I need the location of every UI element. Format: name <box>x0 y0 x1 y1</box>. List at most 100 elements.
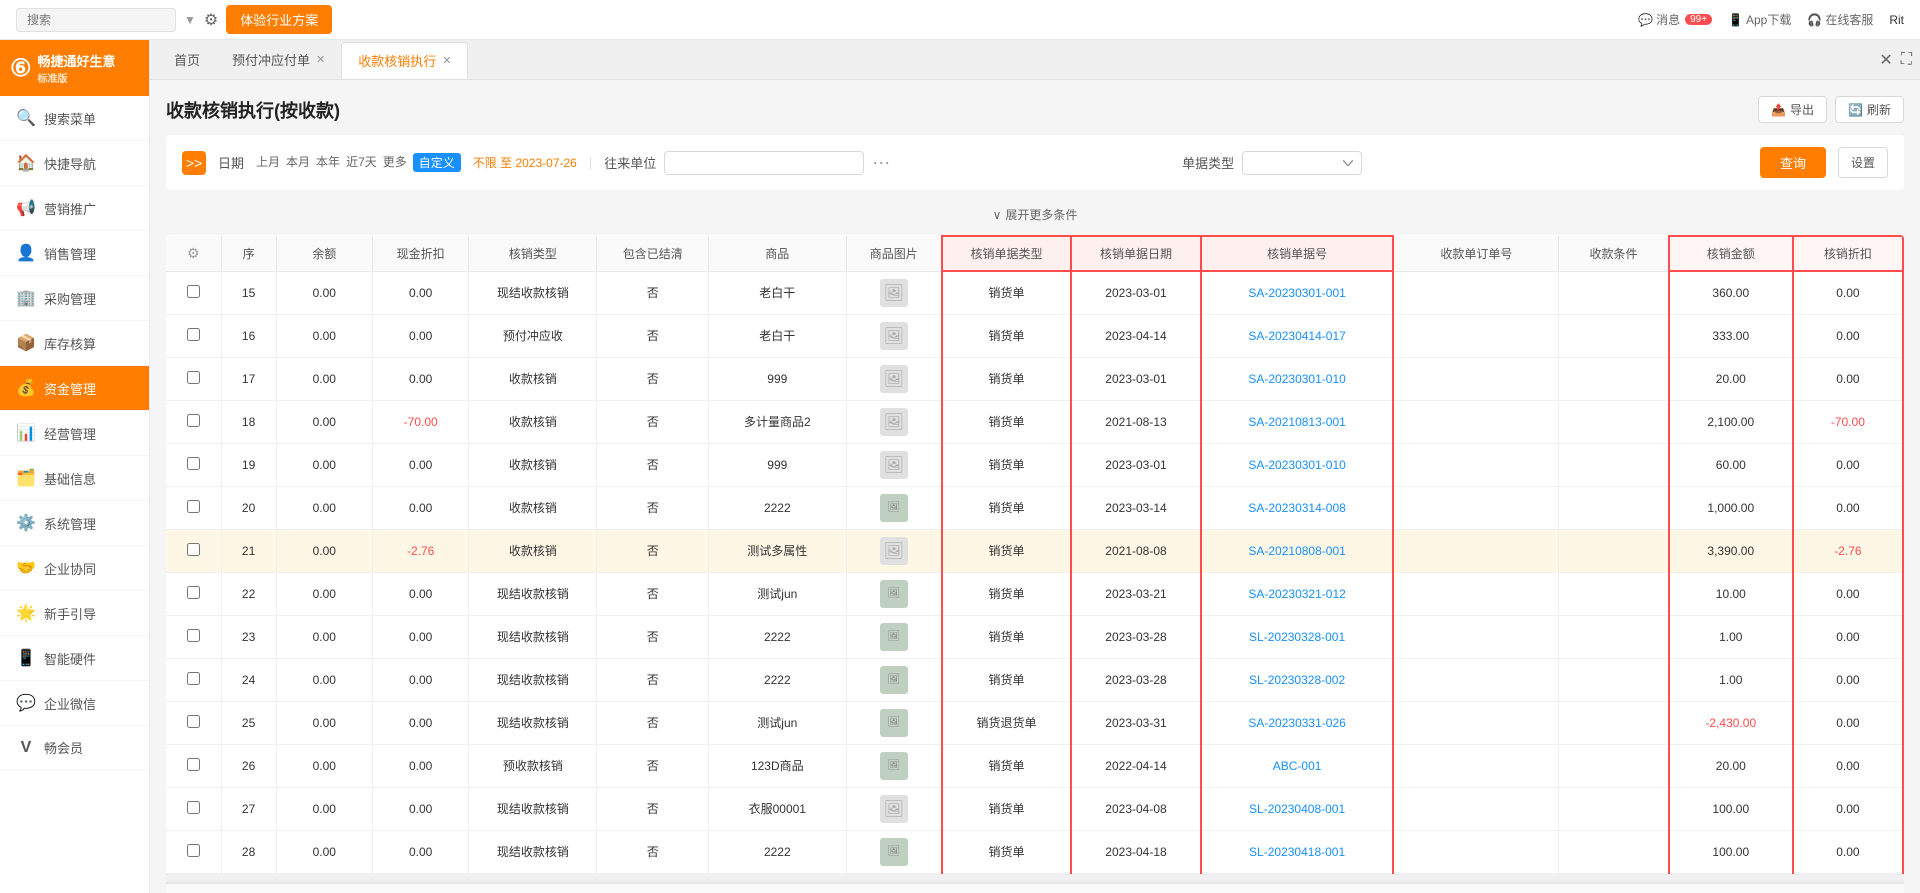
td-checkbox[interactable] <box>166 658 221 701</box>
td-goods: 测试jun <box>708 572 846 615</box>
row-checkbox[interactable] <box>187 500 200 513</box>
td-receipt-order-no <box>1393 830 1558 873</box>
bill-no-link[interactable]: SA-20230301-010 <box>1248 458 1345 472</box>
td-checkbox[interactable] <box>166 357 221 400</box>
td-checkbox[interactable] <box>166 572 221 615</box>
sidebar-item-label: 系统管理 <box>44 514 96 533</box>
td-checkbox[interactable] <box>166 744 221 787</box>
td-checkbox[interactable] <box>166 314 221 357</box>
bill-no-link[interactable]: SL-20230408-001 <box>1249 802 1345 816</box>
sidebar-item-chang-member[interactable]: V 畅会员 <box>0 726 149 770</box>
date-last-month[interactable]: 上月 <box>256 153 280 172</box>
date-custom[interactable]: 自定义 <box>413 153 461 172</box>
td-checkbox[interactable] <box>166 615 221 658</box>
bill-no-link[interactable]: SL-20230418-001 <box>1249 845 1345 859</box>
bill-no-link[interactable]: SA-20210808-001 <box>1248 544 1345 558</box>
row-checkbox[interactable] <box>187 414 200 427</box>
row-checkbox[interactable] <box>187 586 200 599</box>
bill-no-link[interactable]: ABC-001 <box>1273 759 1322 773</box>
horizontal-scrollbar[interactable] <box>166 874 1904 882</box>
tab-receipt-close[interactable]: ✕ <box>442 54 451 67</box>
capital-icon: 💰 <box>16 378 36 398</box>
td-checkbox[interactable] <box>166 486 221 529</box>
sidebar-item-sysconfig[interactable]: ⚙️ 系统管理 <box>0 501 149 546</box>
td-checkbox[interactable] <box>166 701 221 744</box>
tab-maximize-btn[interactable]: ⛶ <box>1901 51 1912 69</box>
gear-icon[interactable]: ⚙ <box>204 10 218 30</box>
bill-no-link[interactable]: SA-20230414-017 <box>1248 329 1345 343</box>
th-settings[interactable]: ⚙ <box>166 236 221 271</box>
tab-receipt-writeoff[interactable]: 收款核销执行 ✕ <box>341 42 468 79</box>
date-this-month[interactable]: 本月 <box>286 153 310 172</box>
sidebar-item-enterprise-wechat[interactable]: 💬 企业微信 <box>0 681 149 726</box>
sidebar-item-smart-hardware[interactable]: 📱 智能硬件 <box>0 636 149 681</box>
row-checkbox[interactable] <box>187 629 200 642</box>
td-receipt-order-no <box>1393 400 1558 443</box>
date-7days[interactable]: 近7天 <box>346 153 377 172</box>
sidebar-item-sales[interactable]: 👤 销售管理 <box>0 231 149 276</box>
td-goods-img: 🖼 <box>846 486 942 529</box>
bill-no-link[interactable]: SA-20230314-008 <box>1248 501 1345 515</box>
date-this-year[interactable]: 本年 <box>316 153 340 172</box>
bill-no-link[interactable]: SA-20230301-010 <box>1248 372 1345 386</box>
date-more[interactable]: 更多 <box>383 153 407 172</box>
row-checkbox[interactable] <box>187 371 200 384</box>
bill-no-link[interactable]: SA-20230331-026 <box>1248 716 1345 730</box>
bill-no-link[interactable]: SL-20230328-002 <box>1249 673 1345 687</box>
td-checkbox[interactable] <box>166 830 221 873</box>
td-included: 否 <box>597 400 709 443</box>
sidebar-item-enterprise-collab[interactable]: 🤝 企业协同 <box>0 546 149 591</box>
bill-type-select[interactable] <box>1242 151 1362 175</box>
td-checkbox[interactable] <box>166 529 221 572</box>
app-download-link[interactable]: 📱 App下载 <box>1728 11 1791 28</box>
row-checkbox[interactable] <box>187 285 200 298</box>
bill-no-link[interactable]: SA-20230301-001 <box>1248 286 1345 300</box>
sidebar-item-capital[interactable]: 💰 资金管理 <box>0 366 149 411</box>
tab-home[interactable]: 首页 <box>158 42 216 77</box>
row-checkbox[interactable] <box>187 457 200 470</box>
bill-no-link[interactable]: SA-20230321-012 <box>1248 587 1345 601</box>
query-button[interactable]: 查询 <box>1760 147 1826 178</box>
user-name[interactable]: Rit <box>1889 13 1904 27</box>
settings-button[interactable]: 设置 <box>1838 147 1888 178</box>
counterparty-input[interactable] <box>664 151 864 175</box>
sidebar-item-quick-nav[interactable]: 🏠 快捷导航 <box>0 141 149 186</box>
bill-no-link[interactable]: SL-20230328-001 <box>1249 630 1345 644</box>
sidebar-item-newbie[interactable]: 🌟 新手引导 <box>0 591 149 636</box>
th-receipt-order-no: 收款单订单号 <box>1393 236 1558 271</box>
search-input[interactable] <box>16 8 176 32</box>
row-checkbox[interactable] <box>187 758 200 771</box>
messages-area[interactable]: 💬 消息 99+ <box>1638 11 1712 28</box>
sidebar-item-purchase[interactable]: 🏢 采购管理 <box>0 276 149 321</box>
bill-no-link[interactable]: SA-20210813-001 <box>1248 415 1345 429</box>
filter-toggle-button[interactable]: >> <box>182 151 206 175</box>
td-included: 否 <box>597 658 709 701</box>
row-checkbox[interactable] <box>187 672 200 685</box>
td-writeoff-discount: 0.00 <box>1793 314 1903 357</box>
counterparty-dots[interactable]: ··· <box>872 152 890 173</box>
row-checkbox[interactable] <box>187 328 200 341</box>
expand-more-conditions[interactable]: ∨ 展开更多条件 <box>166 202 1904 227</box>
industry-solution-button[interactable]: 体验行业方案 <box>226 5 332 34</box>
refresh-button[interactable]: 🔄 刷新 <box>1835 96 1904 123</box>
tab-close-window-btn[interactable]: ✕ <box>1879 50 1892 70</box>
td-checkbox[interactable] <box>166 271 221 314</box>
row-checkbox[interactable] <box>187 801 200 814</box>
export-button[interactable]: 📤 导出 <box>1758 96 1827 123</box>
sidebar-item-search-menu[interactable]: 🔍 搜索菜单 <box>0 96 149 141</box>
row-checkbox[interactable] <box>187 543 200 556</box>
row-checkbox[interactable] <box>187 844 200 857</box>
td-checkbox[interactable] <box>166 787 221 830</box>
sidebar-item-business[interactable]: 📊 经营管理 <box>0 411 149 456</box>
online-service-link[interactable]: 🎧 在线客服 <box>1807 11 1873 28</box>
column-settings-icon[interactable]: ⚙ <box>187 245 200 261</box>
sidebar-item-marketing[interactable]: 📢 营销推广 <box>0 186 149 231</box>
row-checkbox[interactable] <box>187 715 200 728</box>
tab-prepay-offset[interactable]: 预付冲应付单 ✕ <box>216 42 341 77</box>
td-receipt-order-no <box>1393 744 1558 787</box>
sidebar-item-inventory[interactable]: 📦 库存核算 <box>0 321 149 366</box>
sidebar-item-baseinfo[interactable]: 🗂️ 基础信息 <box>0 456 149 501</box>
td-checkbox[interactable] <box>166 400 221 443</box>
td-checkbox[interactable] <box>166 443 221 486</box>
tab-prepay-close[interactable]: ✕ <box>316 53 325 66</box>
